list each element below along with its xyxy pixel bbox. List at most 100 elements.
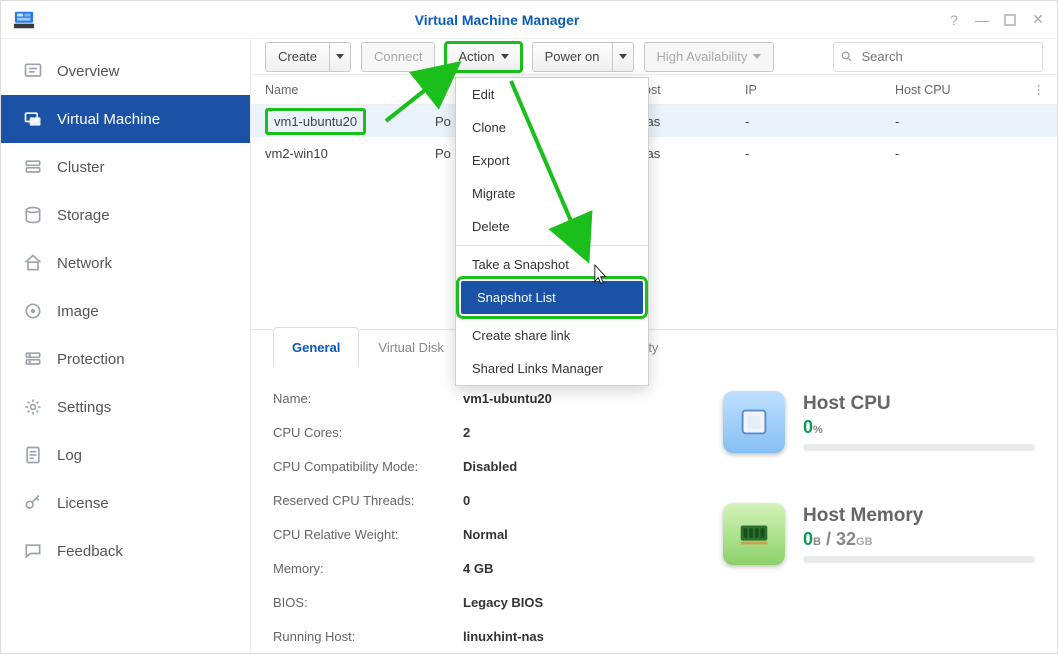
table-row[interactable]: vm2-win10 Po -nas - - <box>251 137 1057 169</box>
k-rhost: Running Host: <box>273 629 463 644</box>
metric-used-unit: B <box>813 536 821 548</box>
table-row[interactable]: vm1-ubuntu20 Po -nas - - <box>251 105 1057 137</box>
col-ip[interactable]: IP <box>745 83 895 97</box>
metric-value: 0 <box>803 417 813 437</box>
chevron-down-icon <box>753 54 761 59</box>
v-cores: 2 <box>463 425 470 440</box>
k-name: Name: <box>273 391 463 406</box>
sidebar-item-label: Virtual Machine <box>57 111 160 128</box>
poweron-button[interactable]: Power on <box>532 42 613 72</box>
titlebar: Virtual Machine Manager ? — ✕ <box>1 1 1057 39</box>
sidebar-item-cluster[interactable]: Cluster <box>1 143 250 191</box>
log-icon <box>23 445 43 465</box>
toolbar: Create Connect Action Power on High Avai… <box>251 39 1057 75</box>
col-hostcpu[interactable]: Host CPU <box>895 83 1015 97</box>
metric-total-unit: GB <box>856 536 873 548</box>
metric-unit: % <box>813 424 823 436</box>
sidebar-item-network[interactable]: Network <box>1 239 250 287</box>
cell-name: vm2-win10 <box>265 146 435 161</box>
menu-edit[interactable]: Edit <box>456 78 648 111</box>
menu-clone[interactable]: Clone <box>456 111 648 144</box>
metrics: Host CPU 0% Host Memory 0B / 32GB <box>723 381 1035 653</box>
ha-button[interactable]: High Availability <box>644 42 775 72</box>
sidebar-item-label: Log <box>57 447 82 464</box>
sidebar-item-label: Network <box>57 255 112 272</box>
overview-icon <box>23 61 43 81</box>
menu-snapshot-list[interactable]: Snapshot List <box>461 281 643 314</box>
sidebar-item-image[interactable]: Image <box>1 287 250 335</box>
v-memory: 4 GB <box>463 561 493 576</box>
cell-ip: - <box>745 114 895 129</box>
tab-virtual-disk[interactable]: Virtual Disk <box>359 327 463 367</box>
menu-export[interactable]: Export <box>456 144 648 177</box>
menu-create-share-link[interactable]: Create share link <box>456 319 648 352</box>
sidebar-item-storage[interactable]: Storage <box>1 191 250 239</box>
k-weight: CPU Relative Weight: <box>273 527 463 542</box>
metric-sep: / <box>821 529 836 549</box>
k-memory: Memory: <box>273 561 463 576</box>
v-name: vm1-ubuntu20 <box>463 391 552 406</box>
chevron-down-icon <box>336 54 344 59</box>
k-bios: BIOS: <box>273 595 463 610</box>
menu-delete[interactable]: Delete <box>456 210 648 243</box>
connect-button[interactable]: Connect <box>361 42 435 72</box>
col-more-icon[interactable]: ⋮ <box>1015 82 1045 97</box>
metric-bar <box>803 444 1035 451</box>
sidebar-item-feedback[interactable]: Feedback <box>1 527 250 575</box>
v-rhost: linuxhint-nas <box>463 629 544 644</box>
menu-take-snapshot[interactable]: Take a Snapshot <box>456 248 648 281</box>
cell-ip: - <box>745 146 895 161</box>
k-reserved: Reserved CPU Threads: <box>273 493 463 508</box>
create-dropdown[interactable] <box>330 42 351 72</box>
metric-host-cpu: Host CPU 0% <box>723 391 1035 453</box>
search-input[interactable] <box>833 42 1043 72</box>
action-menu: Edit Clone Export Migrate Delete Take a … <box>455 77 649 386</box>
gear-icon <box>23 397 43 417</box>
menu-shared-links-manager[interactable]: Shared Links Manager <box>456 352 648 385</box>
create-button[interactable]: Create <box>265 42 330 72</box>
k-cores: CPU Cores: <box>273 425 463 440</box>
k-compat: CPU Compatibility Mode: <box>273 459 463 474</box>
v-bios: Legacy BIOS <box>463 595 543 610</box>
chevron-down-icon <box>501 54 509 59</box>
poweron-dropdown[interactable] <box>613 42 634 72</box>
metric-host-memory: Host Memory 0B / 32GB <box>723 503 1035 565</box>
tab-general[interactable]: General <box>273 327 359 367</box>
cell-host: -nas <box>635 114 745 129</box>
col-host[interactable]: Host <box>635 83 745 97</box>
details-panel: General Virtual Disk Network High Availa… <box>251 329 1057 653</box>
sidebar-item-label: Feedback <box>57 543 123 560</box>
sidebar-item-virtual-machine[interactable]: Virtual Machine <box>1 95 250 143</box>
menu-migrate[interactable]: Migrate <box>456 177 648 210</box>
minimize-icon[interactable]: — <box>975 13 989 27</box>
close-icon[interactable]: ✕ <box>1031 13 1045 27</box>
app-icon <box>13 9 35 31</box>
search-field[interactable] <box>859 48 1036 65</box>
help-icon[interactable]: ? <box>947 13 961 27</box>
cell-name: vm1-ubuntu20 <box>265 108 366 135</box>
sidebar-item-overview[interactable]: Overview <box>1 47 250 95</box>
details-kvlist: Name:vm1-ubuntu20 CPU Cores:2 CPU Compat… <box>273 381 693 653</box>
sidebar-item-label: Cluster <box>57 159 105 176</box>
metric-total-value: 32 <box>836 529 856 549</box>
menu-separator <box>456 245 648 246</box>
app-title: Virtual Machine Manager <box>47 12 947 28</box>
image-icon <box>23 301 43 321</box>
vm-table: Name S Host IP Host CPU ⋮ vm1-ubuntu20 P… <box>251 75 1057 169</box>
maximize-icon[interactable] <box>1003 13 1017 27</box>
sidebar-item-log[interactable]: Log <box>1 431 250 479</box>
sidebar: Overview Virtual Machine Cluster Storage… <box>1 39 251 653</box>
sidebar-item-label: Protection <box>57 351 125 368</box>
cpu-icon <box>723 391 785 453</box>
cell-hostcpu: - <box>895 114 1015 129</box>
col-name[interactable]: Name <box>265 83 435 97</box>
cluster-icon <box>23 157 43 177</box>
action-button[interactable]: Action <box>445 42 521 72</box>
sidebar-item-protection[interactable]: Protection <box>1 335 250 383</box>
chat-icon <box>23 541 43 561</box>
sidebar-item-label: Overview <box>57 63 120 80</box>
sidebar-item-label: Image <box>57 303 99 320</box>
sidebar-item-settings[interactable]: Settings <box>1 383 250 431</box>
metric-title: Host Memory <box>803 505 1035 527</box>
sidebar-item-license[interactable]: License <box>1 479 250 527</box>
